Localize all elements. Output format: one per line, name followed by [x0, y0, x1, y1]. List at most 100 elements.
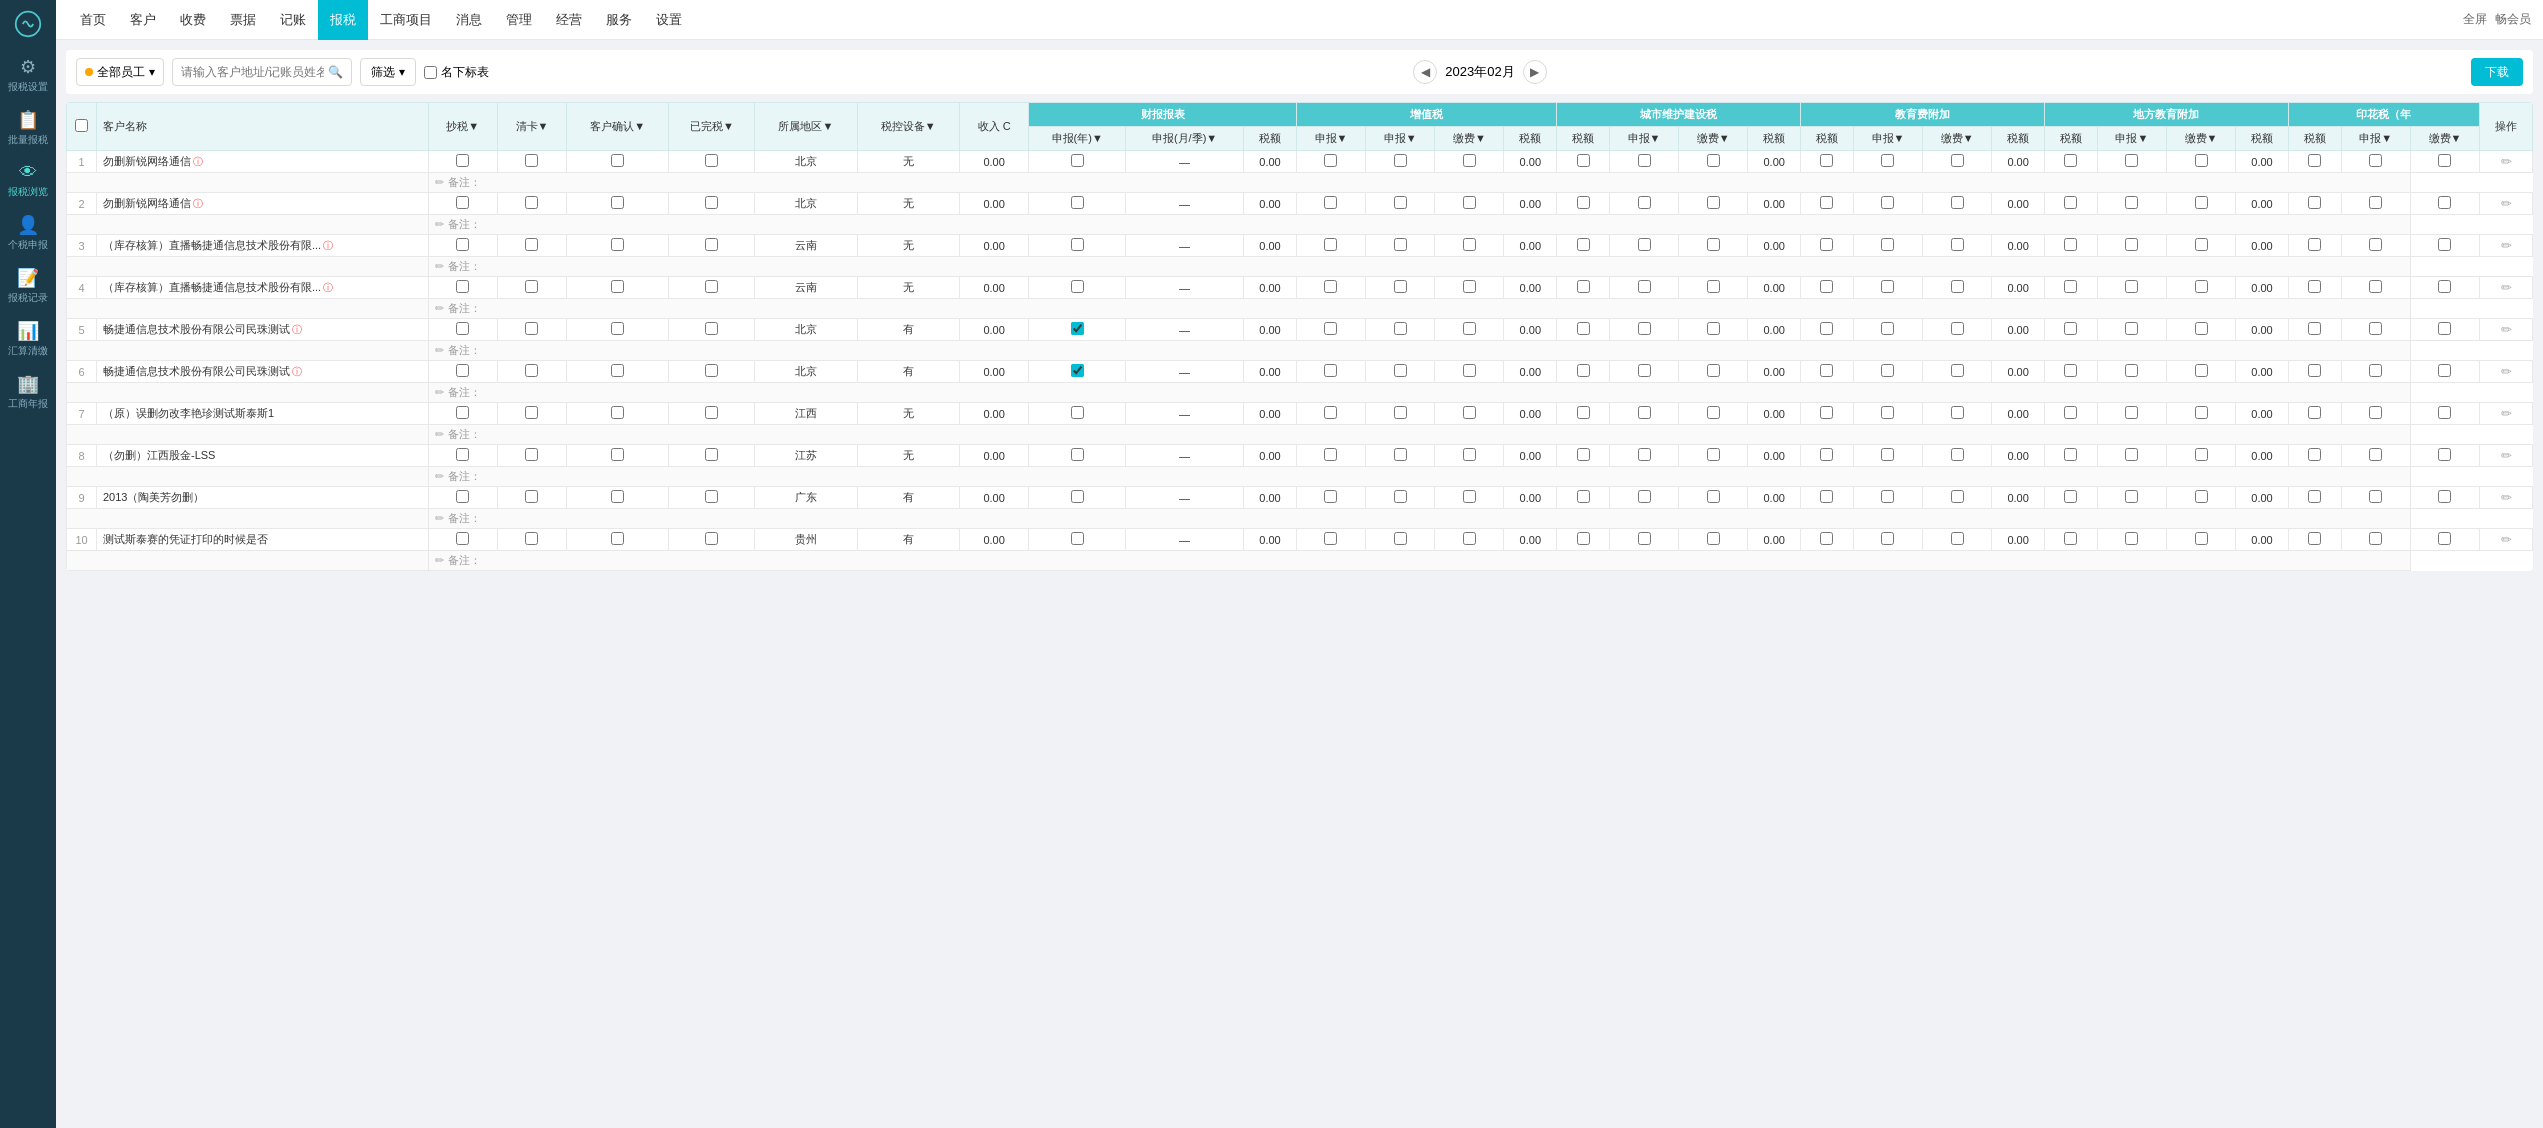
chaoshui-6[interactable]: [428, 361, 497, 383]
vat-apply-10[interactable]: [1296, 529, 1365, 551]
wanshui-4[interactable]: [669, 277, 755, 299]
confirm-cb-5[interactable]: [611, 322, 624, 335]
stamp-pay-cb-8[interactable]: [2438, 448, 2451, 461]
fullscreen-btn[interactable]: 全屏: [2463, 11, 2487, 28]
urban-tax-cb-6[interactable]: [1577, 364, 1590, 377]
urban-tax-cb-4[interactable]: [1577, 280, 1590, 293]
urban-pay-10[interactable]: [1679, 529, 1748, 551]
wanshui-cb-8[interactable]: [705, 448, 718, 461]
stamp-apply-7[interactable]: [2341, 403, 2410, 425]
vat-apply-5[interactable]: [1296, 319, 1365, 341]
urban-tax-cb-1[interactable]: [1577, 154, 1590, 167]
vat-apply-6[interactable]: [1296, 361, 1365, 383]
edu-tax-10[interactable]: [1801, 529, 1854, 551]
urban-pay-5[interactable]: [1679, 319, 1748, 341]
caibao-year-cb-5[interactable]: [1071, 322, 1084, 335]
wanshui-cb-5[interactable]: [705, 322, 718, 335]
action-3[interactable]: ✏: [2480, 235, 2533, 257]
stamp-pay-4[interactable]: [2410, 277, 2479, 299]
urban-pay-2[interactable]: [1679, 193, 1748, 215]
local-edu-pay-8[interactable]: [2166, 445, 2235, 467]
edu-apply-6[interactable]: [1853, 361, 1922, 383]
qingka-cb-9[interactable]: [525, 490, 538, 503]
caibao-year-8[interactable]: [1029, 445, 1126, 467]
stamp-pay-9[interactable]: [2410, 487, 2479, 509]
local-edu-tax-8[interactable]: [2045, 445, 2098, 467]
stamp-tax-cb-9[interactable]: [2308, 490, 2321, 503]
edu-apply-8[interactable]: [1853, 445, 1922, 467]
qingka-9[interactable]: [497, 487, 566, 509]
chaoshui-cb-7[interactable]: [456, 406, 469, 419]
local-edu-apply-6[interactable]: [2097, 361, 2166, 383]
vat-pay-8[interactable]: [1435, 445, 1504, 467]
confirm-4[interactable]: [567, 277, 669, 299]
edu-pay-cb-1[interactable]: [1951, 154, 1964, 167]
urban-tax-cb-5[interactable]: [1577, 322, 1590, 335]
vat-apply-cb-4[interactable]: [1324, 280, 1337, 293]
vat-apply2-8[interactable]: [1366, 445, 1435, 467]
chaoshui-cb-5[interactable]: [456, 322, 469, 335]
qingka-10[interactable]: [497, 529, 566, 551]
vat-apply2-cb-6[interactable]: [1394, 364, 1407, 377]
confirm-cb-1[interactable]: [611, 154, 624, 167]
local-edu-tax-cb-3[interactable]: [2064, 238, 2077, 251]
stamp-pay-6[interactable]: [2410, 361, 2479, 383]
qingka-cb-1[interactable]: [525, 154, 538, 167]
urban-tax-1[interactable]: [1557, 151, 1610, 173]
stamp-apply-1[interactable]: [2341, 151, 2410, 173]
urban-pay-9[interactable]: [1679, 487, 1748, 509]
search-input[interactable]: [181, 65, 324, 79]
qingka-8[interactable]: [497, 445, 566, 467]
wanshui-cb-4[interactable]: [705, 280, 718, 293]
urban-tax-5[interactable]: [1557, 319, 1610, 341]
action-4[interactable]: ✏: [2480, 277, 2533, 299]
vat-apply2-5[interactable]: [1366, 319, 1435, 341]
action-7[interactable]: ✏: [2480, 403, 2533, 425]
edu-tax-cb-10[interactable]: [1820, 532, 1833, 545]
stamp-apply-5[interactable]: [2341, 319, 2410, 341]
edu-apply-3[interactable]: [1853, 235, 1922, 257]
action-9[interactable]: ✏: [2480, 487, 2533, 509]
wanshui-6[interactable]: [669, 361, 755, 383]
edu-tax-cb-8[interactable]: [1820, 448, 1833, 461]
local-edu-tax-cb-4[interactable]: [2064, 280, 2077, 293]
edu-pay-4[interactable]: [1923, 277, 1992, 299]
confirm-8[interactable]: [567, 445, 669, 467]
vat-pay-cb-2[interactable]: [1463, 196, 1476, 209]
confirm-1[interactable]: [567, 151, 669, 173]
vat-pay-cb-3[interactable]: [1463, 238, 1476, 251]
stamp-pay-cb-2[interactable]: [2438, 196, 2451, 209]
local-edu-pay-4[interactable]: [2166, 277, 2235, 299]
wanshui-cb-2[interactable]: [705, 196, 718, 209]
qingka-cb-8[interactable]: [525, 448, 538, 461]
vat-apply2-10[interactable]: [1366, 529, 1435, 551]
nav-piaoju[interactable]: 票据: [218, 0, 268, 40]
edit-icon-3[interactable]: ✏: [2501, 238, 2512, 253]
urban-apply-cb-1[interactable]: [1638, 154, 1651, 167]
stamp-tax-5[interactable]: [2288, 319, 2341, 341]
urban-tax-cb-7[interactable]: [1577, 406, 1590, 419]
confirm-cb-2[interactable]: [611, 196, 624, 209]
stamp-tax-9[interactable]: [2288, 487, 2341, 509]
confirm-9[interactable]: [567, 487, 669, 509]
vat-apply-cb-1[interactable]: [1324, 154, 1337, 167]
stamp-apply-10[interactable]: [2341, 529, 2410, 551]
vat-pay-cb-10[interactable]: [1463, 532, 1476, 545]
edu-apply-cb-4[interactable]: [1881, 280, 1894, 293]
chaoshui-1[interactable]: [428, 151, 497, 173]
note-content-4[interactable]: ✏备注：: [428, 299, 2410, 319]
caibao-year-cb-3[interactable]: [1071, 238, 1084, 251]
urban-pay-6[interactable]: [1679, 361, 1748, 383]
wanshui-7[interactable]: [669, 403, 755, 425]
stamp-tax-4[interactable]: [2288, 277, 2341, 299]
urban-apply-cb-9[interactable]: [1638, 490, 1651, 503]
local-edu-apply-cb-1[interactable]: [2125, 154, 2138, 167]
stamp-apply-cb-3[interactable]: [2369, 238, 2382, 251]
stamp-tax-7[interactable]: [2288, 403, 2341, 425]
edu-tax-cb-9[interactable]: [1820, 490, 1833, 503]
qingka-cb-6[interactable]: [525, 364, 538, 377]
wanshui-10[interactable]: [669, 529, 755, 551]
local-edu-pay-cb-7[interactable]: [2195, 406, 2208, 419]
stamp-apply-6[interactable]: [2341, 361, 2410, 383]
urban-apply-8[interactable]: [1609, 445, 1678, 467]
